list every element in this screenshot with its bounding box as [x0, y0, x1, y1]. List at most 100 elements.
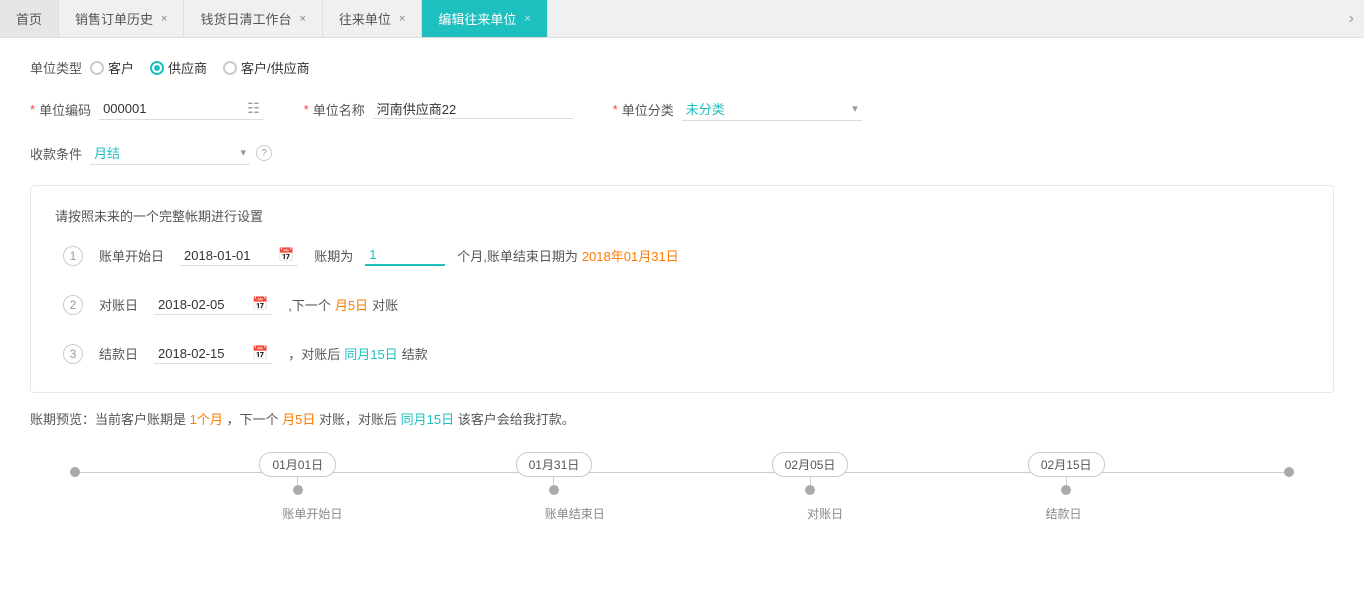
timeline-dot-3 — [805, 485, 815, 495]
date-input-3: 📅 — [154, 343, 272, 364]
timeline-label-4: 结款日 — [1046, 505, 1082, 522]
unit-category-arrow: ▾ — [852, 102, 858, 115]
timeline-badge-4: 02月15日 — [1028, 452, 1105, 477]
unit-code-icon: ☷ — [247, 100, 260, 117]
unit-category-value: 未分类 — [686, 99, 848, 118]
radio-both-circle — [223, 61, 237, 75]
period-num-1: 1 — [63, 246, 83, 266]
calendar-icon-2[interactable]: 📅 — [252, 296, 268, 312]
date-field-2[interactable] — [158, 297, 248, 312]
unit-info-row: * 单位编码 ☷ * 单位名称 * 单位分类 未分类 ▾ — [30, 97, 1334, 121]
close-partner-units[interactable]: × — [399, 13, 405, 25]
timeline-node-1: 01月01日 — [259, 452, 336, 495]
unit-code-required: * — [30, 102, 35, 117]
timeline-stem-4 — [1066, 477, 1067, 485]
unit-category-label: 单位分类 — [622, 100, 674, 119]
date-field-1[interactable] — [184, 248, 274, 263]
timeline-right-end — [1284, 452, 1294, 477]
timeline-end-dot-left — [70, 467, 80, 477]
timeline-badge-1: 01月01日 — [259, 452, 336, 477]
period-title: 请按照未来的一个完整帐期进行设置 — [55, 206, 1309, 225]
unit-category-required: * — [613, 102, 618, 117]
timeline-label-3: 对账日 — [807, 505, 843, 522]
unit-code-input-wrap: ☷ — [99, 98, 264, 120]
timeline-node-2: 01月31日 — [516, 452, 593, 495]
period-end-date: 2018年01月31日 — [582, 246, 679, 265]
close-sales-history[interactable]: × — [161, 13, 167, 25]
period-num-2: 2 — [63, 295, 83, 315]
timeline-dot-1 — [293, 485, 303, 495]
unit-code-input[interactable] — [103, 101, 243, 116]
radio-supplier[interactable]: 供应商 — [150, 58, 207, 77]
preview-text: 账期预览：当前客户账期是 1个月 ，下一个 月5日 对账，对账后 同月15日 该… — [30, 409, 1334, 428]
timeline-end-dot-right — [1284, 467, 1294, 477]
date-field-3[interactable] — [158, 346, 248, 361]
tab-more-button[interactable]: › — [1339, 10, 1364, 28]
period-prefix-2: ,下一个 — [288, 295, 331, 314]
tab-home[interactable]: 首页 — [0, 0, 59, 37]
period-suffix-after-1: 个月,账单结束日期为 — [457, 246, 578, 265]
period-label-2: 对账日 — [99, 295, 138, 314]
tab-cash-workbench[interactable]: 钱货日清工作台 × — [184, 0, 322, 37]
timeline-left-end — [70, 452, 80, 477]
period-row-1: 1 账单开始日 📅 账期为 个月,账单结束日期为 2018年01月31日 — [55, 245, 1309, 266]
timeline-badge-2: 01月31日 — [516, 452, 593, 477]
payment-terms-select[interactable]: 月结 ▾ — [90, 141, 250, 165]
radio-supplier-circle — [150, 61, 164, 75]
unit-name-group: * 单位名称 — [304, 99, 573, 119]
period-prefix-3: ，对账后 — [288, 344, 340, 363]
period-day-highlight-2: 月5日 — [335, 295, 368, 314]
calendar-icon-3[interactable]: 📅 — [252, 345, 268, 361]
date-input-2: 📅 — [154, 294, 272, 315]
unit-name-label: 单位名称 — [313, 100, 365, 119]
tab-edit-partner[interactable]: 编辑往来单位 × — [422, 0, 547, 37]
calendar-icon-1[interactable]: 📅 — [278, 247, 294, 263]
timeline-dot-2 — [549, 485, 559, 495]
period-num-3: 3 — [63, 344, 83, 364]
timeline-dot-4 — [1061, 485, 1071, 495]
timeline-node-3: 02月05日 — [772, 452, 849, 495]
timeline-spacer-left — [70, 505, 80, 522]
unit-name-input[interactable] — [373, 99, 573, 119]
period-day-highlight-3: 同月15日 — [344, 344, 397, 363]
period-box: 请按照未来的一个完整帐期进行设置 1 账单开始日 📅 账期为 个月,账单结束日期… — [30, 185, 1334, 393]
timeline-stem-2 — [553, 477, 554, 485]
unit-category-group: * 单位分类 未分类 ▾ — [613, 97, 862, 121]
unit-category-select[interactable]: 未分类 ▾ — [682, 97, 862, 121]
timeline-badge-3: 02月05日 — [772, 452, 849, 477]
unit-type-row: 单位类型 客户 供应商 客户/供应商 — [30, 58, 1334, 77]
period-row-2: 2 对账日 📅 ,下一个 月5日 对账 — [55, 294, 1309, 315]
unit-name-required: * — [304, 102, 309, 117]
payment-terms-help[interactable]: ? — [256, 145, 272, 161]
period-months-input[interactable] — [365, 245, 445, 266]
date-input-1: 📅 — [180, 245, 298, 266]
timeline-stem-1 — [297, 477, 298, 485]
unit-type-radios: 客户 供应商 客户/供应商 — [90, 58, 310, 77]
timeline-container: 01月01日 01月31日 02月05日 02月15日 — [30, 452, 1334, 522]
tab-sales-history[interactable]: 销售订单历史 × — [59, 0, 184, 37]
period-label-3: 结款日 — [99, 344, 138, 363]
main-content: 单位类型 客户 供应商 客户/供应商 * 单位编码 — [0, 38, 1364, 608]
radio-customer[interactable]: 客户 — [90, 58, 134, 77]
tab-bar: 首页 销售订单历史 × 钱货日清工作台 × 往来单位 × 编辑往来单位 × › — [0, 0, 1364, 38]
period-row-3: 3 结款日 📅 ，对账后 同月15日 结款 — [55, 343, 1309, 364]
period-suffix-3: 结款 — [402, 344, 428, 363]
timeline-label-2: 账单结束日 — [545, 505, 605, 522]
timeline-nodes: 01月01日 01月31日 02月05日 02月15日 — [70, 452, 1294, 495]
unit-code-group: * 单位编码 ☷ — [30, 98, 264, 120]
payment-terms-row: 收款条件 月结 ▾ ? — [30, 141, 1334, 165]
payment-terms-label: 收款条件 — [30, 144, 82, 163]
unit-type-group: 单位类型 客户 供应商 客户/供应商 — [30, 58, 310, 77]
timeline-stem-3 — [810, 477, 811, 485]
period-suffix-2: 对账 — [372, 295, 398, 314]
timeline-label-1: 账单开始日 — [282, 505, 342, 522]
period-suffix-before-1: 账期为 — [314, 246, 353, 265]
timeline-spacer-right — [1284, 505, 1294, 522]
period-label-1: 账单开始日 — [99, 246, 164, 265]
tab-partner-units[interactable]: 往来单位 × — [323, 0, 422, 37]
radio-both[interactable]: 客户/供应商 — [223, 58, 310, 77]
close-cash-workbench[interactable]: × — [299, 13, 305, 25]
close-edit-partner[interactable]: × — [524, 13, 530, 25]
unit-type-label: 单位类型 — [30, 58, 82, 77]
timeline-node-4: 02月15日 — [1028, 452, 1105, 495]
